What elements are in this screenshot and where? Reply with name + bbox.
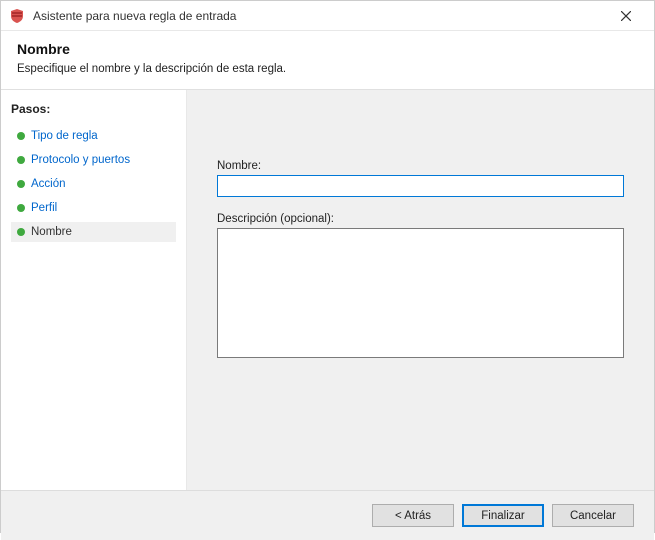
cancel-button[interactable]: Cancelar [552, 504, 634, 527]
firewall-icon [9, 8, 25, 24]
window-title: Asistente para nueva regla de entrada [33, 9, 606, 23]
close-button[interactable] [606, 2, 646, 30]
wizard-header: Nombre Especifique el nombre y la descri… [1, 31, 654, 90]
description-label: Descripción (opcional): [217, 213, 624, 225]
step-label: Protocolo y puertos [31, 154, 130, 166]
step-item-3[interactable]: Perfil [11, 198, 176, 218]
back-button[interactable]: < Atrás [372, 504, 454, 527]
step-item-1[interactable]: Protocolo y puertos [11, 150, 176, 170]
step-item-0[interactable]: Tipo de regla [11, 126, 176, 146]
main-pane: Nombre: Descripción (opcional): [187, 90, 654, 490]
page-subtitle: Especifique el nombre y la descripción d… [17, 63, 638, 75]
name-input[interactable] [217, 175, 624, 197]
close-icon [621, 11, 631, 21]
step-bullet-icon [17, 180, 25, 188]
steps-title: Pasos: [11, 102, 176, 116]
description-textarea[interactable] [217, 228, 624, 358]
steps-pane: Pasos: Tipo de regla Protocolo y puertos A… [1, 90, 187, 490]
step-label: Perfil [31, 202, 57, 214]
titlebar: Asistente para nueva regla de entrada [1, 1, 654, 31]
name-label: Nombre: [217, 160, 624, 172]
step-bullet-icon [17, 204, 25, 212]
finish-button[interactable]: Finalizar [462, 504, 544, 527]
step-bullet-icon [17, 228, 25, 236]
wizard-content: Pasos: Tipo de regla Protocolo y puertos A… [1, 90, 654, 490]
step-label: Nombre [31, 226, 72, 238]
step-bullet-icon [17, 156, 25, 164]
step-label: Acción [31, 178, 66, 190]
step-label: Tipo de regla [31, 130, 98, 142]
step-item-2[interactable]: Acción [11, 174, 176, 194]
step-bullet-icon [17, 132, 25, 140]
step-item-4[interactable]: Nombre [11, 222, 176, 242]
page-title: Nombre [17, 41, 638, 57]
